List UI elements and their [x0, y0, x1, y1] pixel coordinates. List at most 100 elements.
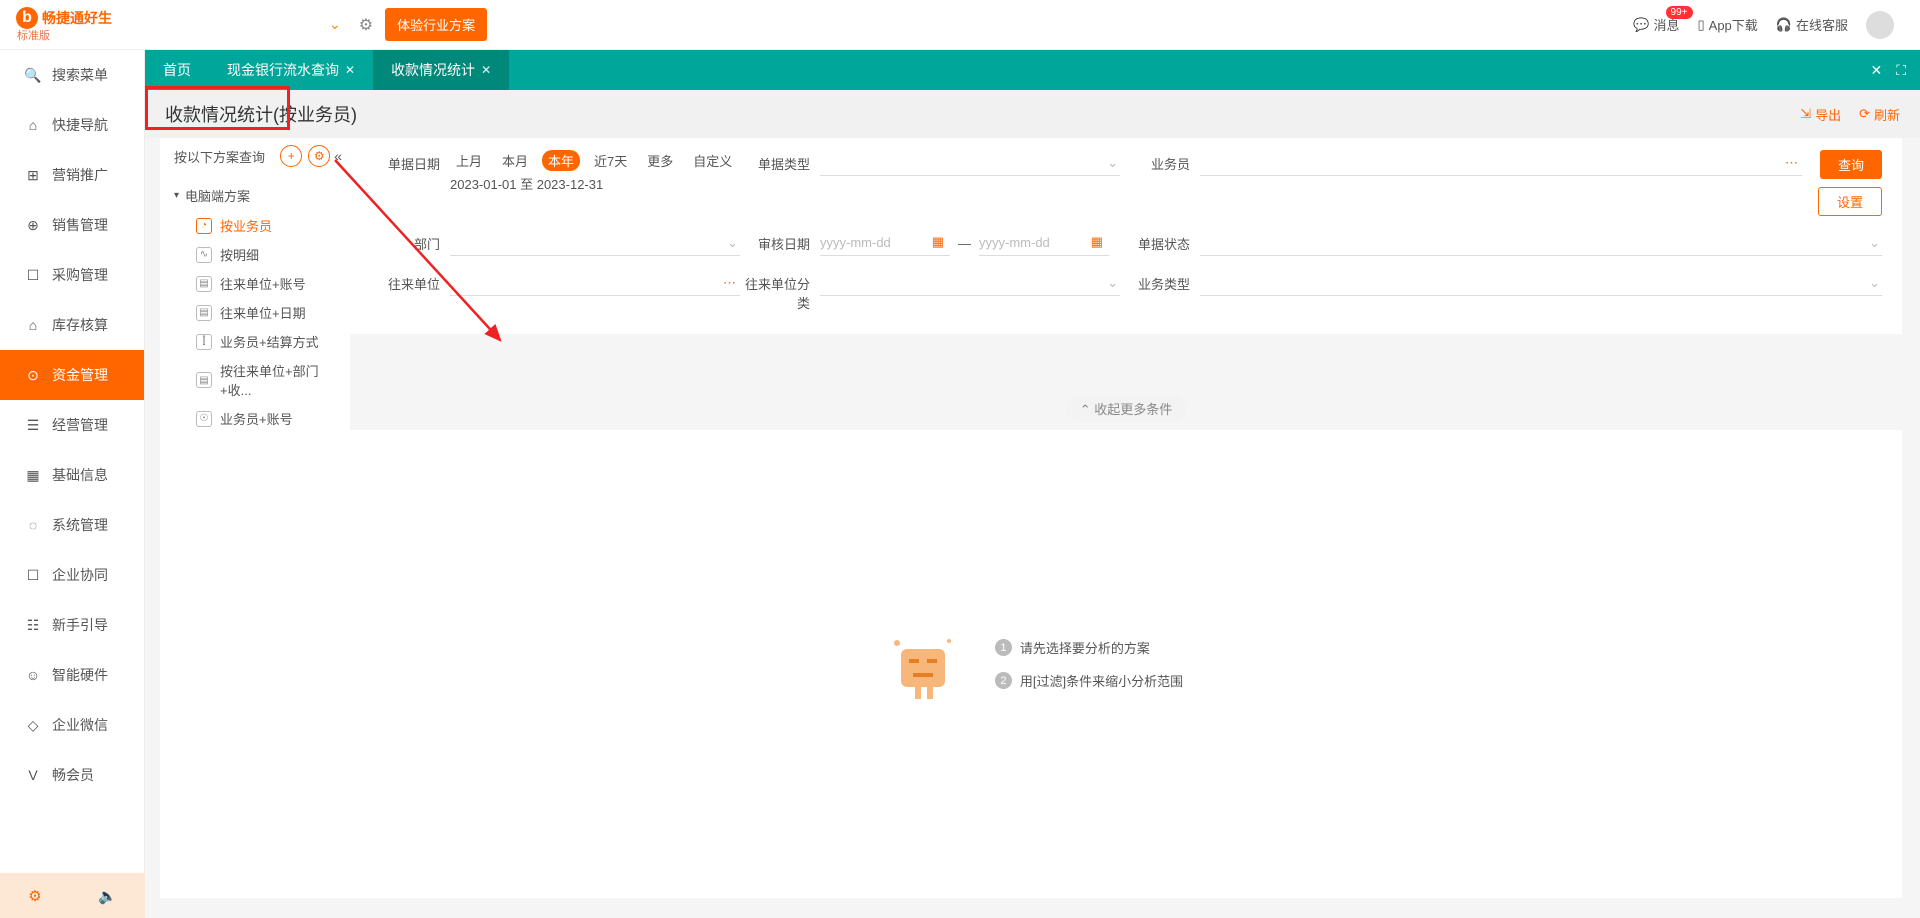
- avatar[interactable]: [1866, 11, 1894, 39]
- audit-date-from[interactable]: [820, 230, 950, 256]
- customer-service-label: 在线客服: [1796, 15, 1848, 34]
- app-download-link[interactable]: ▯App下载: [1698, 15, 1758, 34]
- messages-link[interactable]: 💬 消息 99+: [1633, 15, 1679, 34]
- nav-item[interactable]: ⊙ 资金管理: [0, 350, 144, 400]
- add-scheme-button[interactable]: +: [280, 145, 302, 167]
- collapse-filters-label: 收起更多条件: [1094, 402, 1172, 417]
- nav-item[interactable]: ⌂快捷导航: [0, 100, 144, 150]
- nav-item[interactable]: ▦ 基础信息: [0, 450, 144, 500]
- scheme-item[interactable]: ⫿业务员+结算方式: [174, 327, 350, 356]
- refresh-button[interactable]: ⟳ 刷新: [1859, 105, 1900, 124]
- date-chip[interactable]: 近7天: [588, 150, 633, 171]
- scheme-settings-button[interactable]: ⚙: [308, 145, 330, 167]
- date-chip[interactable]: 本年: [542, 150, 580, 171]
- tab[interactable]: 首页: [145, 50, 209, 90]
- dept-select[interactable]: ⌄: [450, 230, 740, 256]
- scheme-item[interactable]: ▤按往来单位+部门+收...: [174, 356, 350, 404]
- nav-item[interactable]: ☐采购管理: [0, 250, 144, 300]
- nav-item[interactable]: ⊞营销推广: [0, 150, 144, 200]
- date-chip[interactable]: 更多: [641, 150, 679, 171]
- nav-item[interactable]: ☐企业协同: [0, 550, 144, 600]
- scheme-item[interactable]: ▤ 往来单位+账号: [174, 269, 350, 298]
- footer-gear-icon[interactable]: ⚙: [28, 887, 41, 905]
- chevron-down-icon[interactable]: ⌄: [329, 16, 341, 33]
- nav-item[interactable]: 🔍搜索菜单: [0, 50, 144, 100]
- scheme-title: 按以下方案查询: [160, 147, 280, 166]
- date-chip[interactable]: 上月: [450, 150, 488, 171]
- nav-item[interactable]: ☰经营管理: [0, 400, 144, 450]
- nav-icon: ☐: [24, 267, 42, 284]
- clerk-select[interactable]: ⋯: [1200, 150, 1802, 176]
- nav-item[interactable]: V畅会员: [0, 750, 144, 800]
- nav-item[interactable]: ⌂库存核算: [0, 300, 144, 350]
- date-chip[interactable]: 本月: [496, 150, 534, 171]
- gear-icon[interactable]: ⚙: [359, 15, 373, 35]
- try-plan-button[interactable]: 体验行业方案: [385, 8, 487, 41]
- doc-status-label: 单据状态: [1120, 230, 1200, 253]
- footer-sound-icon[interactable]: 🔈: [98, 887, 117, 905]
- nav-icon: ⊙: [24, 367, 42, 384]
- tab[interactable]: 收款情况统计 ✕: [373, 50, 509, 90]
- biz-type-select[interactable]: ⌄: [1200, 270, 1882, 296]
- close-all-icon[interactable]: ✕: [1870, 62, 1882, 79]
- brand-name: 畅捷通好生: [42, 8, 112, 28]
- nav-item[interactable]: ◇企业微信: [0, 700, 144, 750]
- top-bar: b 畅捷通好生 标准版 ⌄ ⚙ 体验行业方案 💬 消息 99+ ▯App下载 🎧…: [0, 0, 1920, 50]
- collapse-scheme-icon[interactable]: «: [334, 148, 342, 164]
- scheme-item-icon: ▤: [196, 276, 212, 292]
- brand-edition: 标准版: [16, 27, 50, 43]
- step-num-2: 2: [995, 672, 1012, 689]
- doc-date-label: 单据日期: [370, 150, 450, 173]
- caret-icon: ▾: [174, 190, 179, 201]
- dept-label: 部门: [370, 230, 450, 253]
- scheme-group[interactable]: ▾ 电脑端方案: [174, 180, 350, 211]
- partner-cat-select[interactable]: ⌄: [820, 270, 1120, 296]
- export-button[interactable]: ⇲ 导出: [1800, 105, 1841, 124]
- scheme-item-icon: ▤: [196, 305, 212, 321]
- settings-button[interactable]: 设置: [1818, 187, 1882, 216]
- date-chip[interactable]: 自定义: [687, 150, 738, 171]
- tab[interactable]: 现金银行流水查询✕: [209, 50, 373, 90]
- query-button[interactable]: 查询: [1820, 150, 1882, 179]
- nav-icon: ☷: [24, 617, 42, 634]
- nav-icon: ⌂: [24, 317, 42, 333]
- scheme-item[interactable]: ◔按业务员: [174, 211, 350, 240]
- breadcrumb[interactable]: ⌄ ⚙: [175, 15, 373, 35]
- doc-status-select[interactable]: ⌄: [1200, 230, 1882, 256]
- brand: b 畅捷通好生 标准版: [0, 7, 145, 43]
- nav-label: 智能硬件: [52, 665, 108, 685]
- collapse-filters-wrap: ⌃ 收起更多条件: [350, 395, 1902, 422]
- partner-select[interactable]: ⋯: [450, 270, 740, 296]
- robot-illustration: [879, 619, 969, 709]
- tab-close-icon[interactable]: ✕: [481, 63, 491, 77]
- nav-label: 搜索菜单: [52, 65, 108, 85]
- phone-icon: ▯: [1698, 17, 1705, 33]
- filter-form: 单据日期 上月本月本年近7天更多自定义 2023-01-01 至 2023-12…: [350, 138, 1902, 334]
- scheme-group-label: 电脑端方案: [185, 186, 250, 205]
- page-title: 收款情况统计(按业务员): [165, 101, 357, 127]
- tab-label: 收款情况统计: [391, 60, 475, 80]
- scheme-item[interactable]: ∿按明细: [174, 240, 350, 269]
- nav-item[interactable]: ☺智能硬件: [0, 650, 144, 700]
- nav-icon: ▦: [24, 467, 42, 484]
- nav-icon: ⌂: [24, 117, 42, 133]
- scheme-item[interactable]: ☉业务员+账号: [174, 404, 350, 433]
- partner-label: 往来单位: [370, 270, 450, 293]
- scheme-item-label: 往来单位+账号: [220, 274, 306, 293]
- nav-item[interactable]: ⊕销售管理: [0, 200, 144, 250]
- audit-date-to[interactable]: [979, 230, 1109, 256]
- messages-badge: 99+: [1666, 6, 1693, 19]
- collapse-filters-button[interactable]: ⌃ 收起更多条件: [1066, 395, 1187, 422]
- nav-item[interactable]: ☷新手引导: [0, 600, 144, 650]
- nav-item[interactable]: ◌系统管理: [0, 500, 144, 550]
- customer-service-link[interactable]: 🎧在线客服: [1776, 15, 1848, 34]
- fullscreen-icon[interactable]: ⛶: [1896, 62, 1906, 79]
- scheme-item[interactable]: ▤往来单位+日期: [174, 298, 350, 327]
- scheme-item-icon: ▤: [196, 372, 212, 388]
- nav-label: 资金管理: [52, 365, 108, 385]
- tab-label: 首页: [163, 60, 191, 80]
- doc-type-select[interactable]: ⌄: [820, 150, 1120, 176]
- nav-label: 基础信息: [52, 465, 108, 485]
- tab-close-icon[interactable]: ✕: [345, 63, 355, 77]
- nav-label: 经营管理: [52, 415, 108, 435]
